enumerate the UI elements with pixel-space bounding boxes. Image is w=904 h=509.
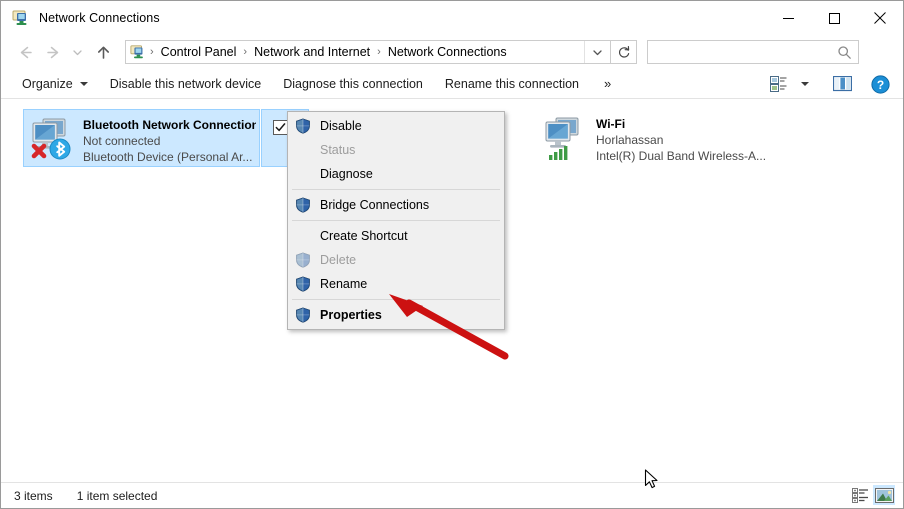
- overflow-button[interactable]: »: [596, 72, 619, 95]
- connection-device: Intel(R) Dual Band Wireless-A...: [596, 149, 767, 163]
- connection-item-wifi[interactable]: Wi-Fi Horlahassan Intel(R) Dual Band Wir…: [537, 109, 774, 167]
- uac-shield-icon: [290, 116, 316, 136]
- menu-item-create-shortcut[interactable]: Create Shortcut: [288, 224, 504, 248]
- breadcrumb-control-panel[interactable]: Control Panel: [158, 45, 240, 59]
- title-bar: Network Connections: [1, 1, 903, 35]
- connection-text-bluetooth: Bluetooth Network Connection Not connect…: [83, 117, 256, 165]
- status-bar: 3 items 1 item selected: [1, 482, 903, 508]
- recent-locations-button[interactable]: [67, 38, 87, 66]
- network-adapter-wifi-icon: [540, 115, 590, 163]
- connection-name: Bluetooth Network Connection: [83, 118, 256, 132]
- menu-item-status: Status: [288, 138, 504, 162]
- menu-item-disable[interactable]: Disable: [288, 114, 504, 138]
- maximize-button[interactable]: [811, 1, 857, 35]
- uac-shield-icon: [290, 195, 316, 215]
- search-box[interactable]: [647, 40, 859, 64]
- uac-shield-icon: [290, 274, 316, 294]
- menu-item-delete: Delete: [288, 248, 504, 272]
- search-input[interactable]: [653, 42, 833, 62]
- menu-item-label: Rename: [320, 277, 368, 291]
- preview-pane-button[interactable]: [829, 71, 855, 97]
- connection-text-wifi: Wi-Fi Horlahassan Intel(R) Dual Band Wir…: [596, 116, 766, 164]
- close-button[interactable]: [857, 1, 903, 35]
- connection-item-bluetooth[interactable]: Bluetooth Network Connection Not connect…: [23, 109, 260, 167]
- menu-item-bridge-connections[interactable]: Bridge Connections: [288, 193, 504, 217]
- breadcrumb-separator: ›: [377, 46, 381, 58]
- disable-device-label: Disable this network device: [109, 76, 262, 91]
- view-options-dropdown[interactable]: [791, 71, 817, 97]
- menu-item-diagnose[interactable]: Diagnose: [288, 162, 504, 186]
- menu-separator: [292, 220, 500, 221]
- chevron-down-icon: [79, 81, 88, 86]
- menu-item-label: Status: [320, 143, 356, 157]
- back-button[interactable]: [11, 38, 39, 66]
- breadcrumb-network-and-internet[interactable]: Network and Internet: [251, 45, 373, 59]
- menu-item-icon-placeholder: [290, 164, 316, 184]
- breadcrumb-network-connections[interactable]: Network Connections: [385, 45, 510, 59]
- diagnose-label: Diagnose this connection: [283, 76, 423, 91]
- window-title: Network Connections: [39, 11, 160, 25]
- status-selected-count: 1 item selected: [76, 488, 158, 503]
- command-bar: Organize Disable this network device Dia…: [1, 69, 903, 99]
- menu-item-label: Disable: [320, 119, 362, 133]
- status-items-count: 3 items: [14, 488, 53, 503]
- disable-network-device-button[interactable]: Disable this network device: [101, 72, 270, 96]
- command-bar-right-group: ?: [765, 69, 897, 99]
- forward-button[interactable]: [39, 38, 67, 66]
- search-icon: [837, 45, 852, 65]
- menu-item-properties[interactable]: Properties: [288, 303, 504, 327]
- menu-item-icon-placeholder: [290, 140, 316, 160]
- menu-item-label: Bridge Connections: [320, 198, 430, 212]
- svg-text:?: ?: [876, 78, 883, 92]
- menu-separator: [292, 299, 500, 300]
- menu-separator: [292, 189, 500, 190]
- chevron-down-icon: [801, 82, 809, 86]
- address-dropdown-button[interactable]: [584, 41, 610, 63]
- organize-button[interactable]: Organize: [13, 72, 97, 96]
- explorer-window: Network Connections › Control Panel › Ne…: [0, 0, 904, 509]
- rename-label: Rename this connection: [444, 76, 579, 91]
- menu-item-rename[interactable]: Rename: [288, 272, 504, 296]
- menu-item-label: Diagnose: [320, 167, 373, 181]
- menu-item-label: Properties: [320, 308, 382, 322]
- connection-name: Wi-Fi: [596, 117, 626, 131]
- context-menu: Disable Status Diagnose Bridge Connections…: [287, 111, 505, 330]
- connection-status: Horlahassan: [596, 133, 664, 147]
- view-buttons-group: [849, 485, 895, 505]
- connection-device: Bluetooth Device (Personal Ar...: [83, 150, 253, 164]
- up-button[interactable]: [89, 38, 117, 66]
- connection-status: Not connected: [83, 134, 161, 148]
- help-button[interactable]: ?: [867, 71, 893, 97]
- details-view-button[interactable]: [849, 485, 871, 505]
- item-checkbox[interactable]: [273, 120, 288, 135]
- network-adapter-bluetooth-disconnected-icon: [27, 116, 77, 164]
- menu-item-icon-placeholder: [290, 226, 316, 246]
- organize-label: Organize: [22, 76, 73, 91]
- refresh-button[interactable]: [611, 40, 637, 64]
- breadcrumb-separator: ›: [150, 46, 154, 58]
- view-options-button[interactable]: [765, 71, 791, 97]
- uac-shield-icon: [290, 250, 316, 270]
- address-bar[interactable]: › Control Panel › Network and Internet ›…: [125, 40, 611, 64]
- rename-connection-button[interactable]: Rename this connection: [436, 72, 588, 96]
- menu-item-label: Delete: [320, 253, 357, 267]
- uac-shield-icon: [290, 305, 316, 325]
- diagnose-connection-button[interactable]: Diagnose this connection: [274, 72, 432, 96]
- window-controls: [765, 1, 903, 35]
- navigation-bar: › Control Panel › Network and Internet ›…: [1, 35, 903, 69]
- large-icons-view-button[interactable]: [873, 485, 895, 505]
- network-connections-icon: [130, 44, 146, 60]
- menu-item-label: Create Shortcut: [320, 229, 408, 243]
- network-connections-icon: [12, 9, 30, 27]
- breadcrumb-separator: ›: [243, 46, 248, 58]
- minimize-button[interactable]: [765, 1, 811, 35]
